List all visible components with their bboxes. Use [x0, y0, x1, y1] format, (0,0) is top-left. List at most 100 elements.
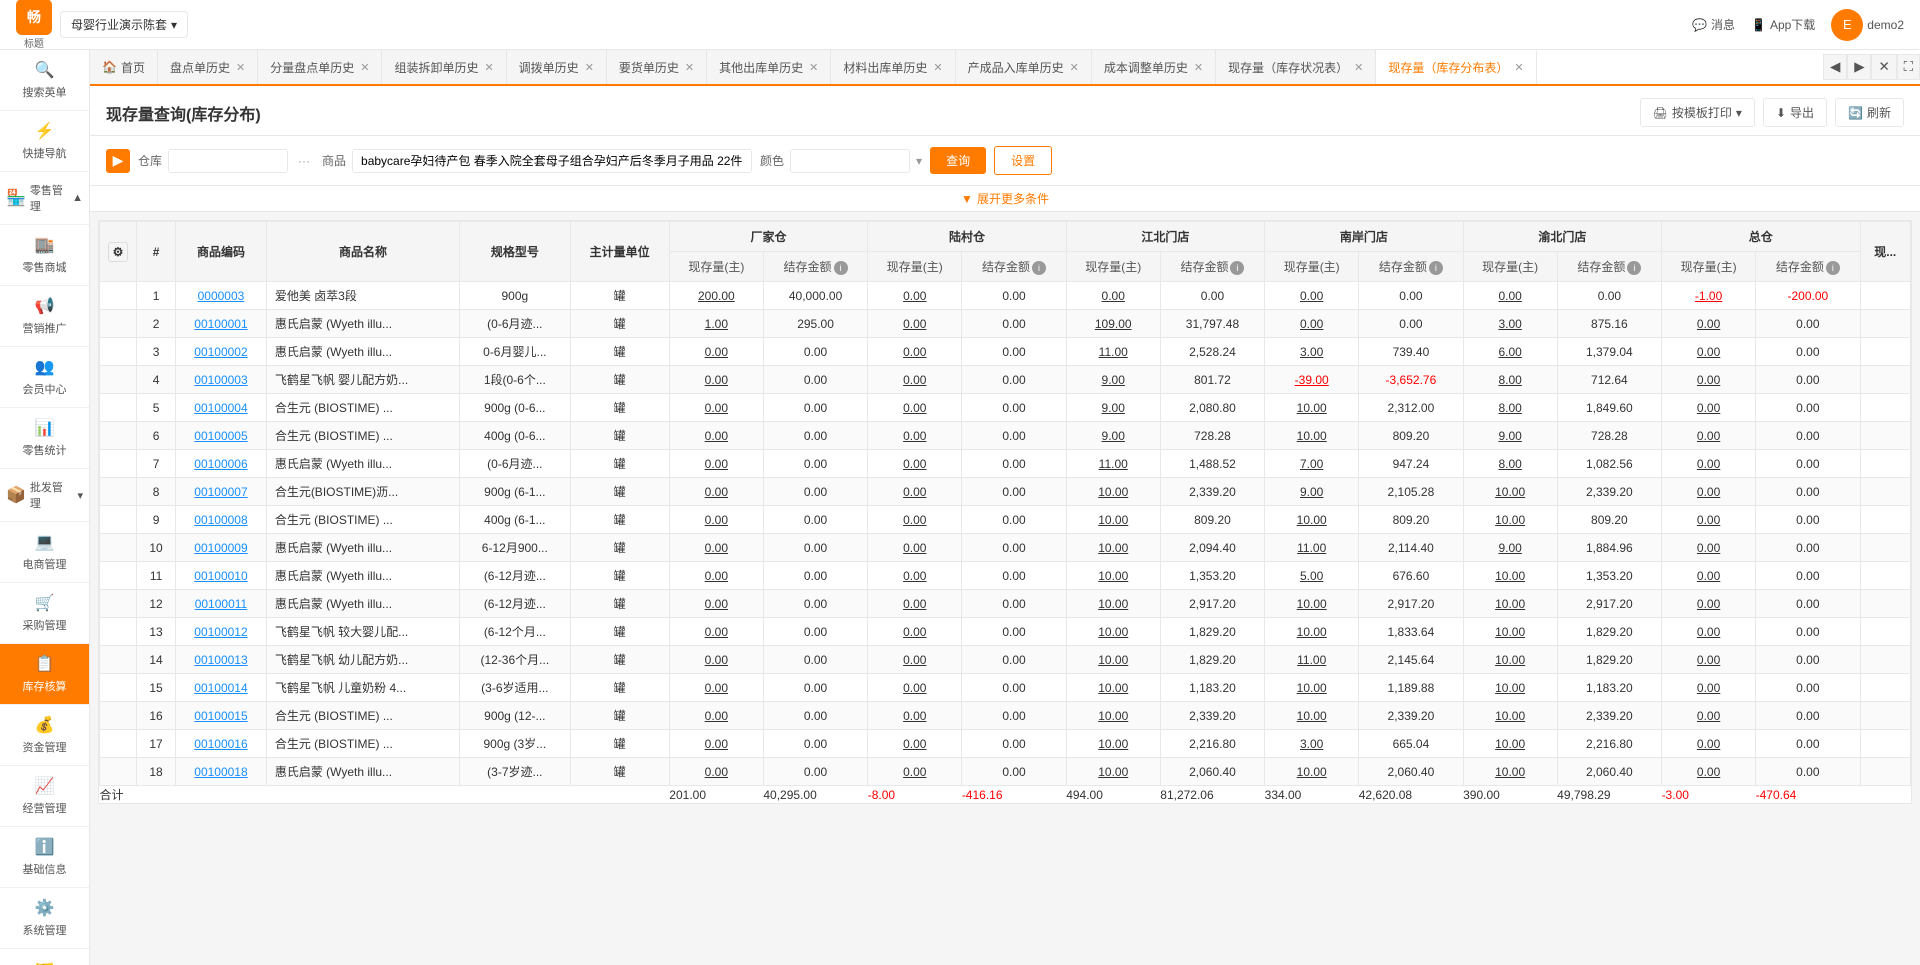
total-jb-amt: 81,272.06 [1160, 786, 1264, 804]
message-btn[interactable]: 💬 消息 [1692, 16, 1735, 33]
tab-expand-btn[interactable]: ⛶ [1897, 54, 1920, 80]
jb-amt-info[interactable]: i [1230, 261, 1244, 275]
row-settings[interactable] [100, 618, 137, 646]
row-yb-qty: 10.00 [1463, 590, 1557, 618]
yb-amt-info[interactable]: i [1627, 261, 1641, 275]
sidebar-item-search[interactable]: 🔍 搜索英单 [0, 50, 89, 111]
fj-amt-info[interactable]: i [834, 261, 848, 275]
sidebar-item-operations[interactable]: 📈 经营管理 [0, 766, 89, 827]
ecommerce-icon: 💻 [35, 532, 55, 552]
row-settings[interactable] [100, 730, 137, 758]
row-settings[interactable] [100, 422, 137, 450]
row-settings[interactable] [100, 702, 137, 730]
app-download-btn[interactable]: 📱 App下载 [1751, 16, 1815, 33]
total-amt-info[interactable]: i [1826, 261, 1840, 275]
row-total-amt: 0.00 [1756, 310, 1860, 338]
user-menu[interactable]: E demo2 [1831, 9, 1904, 41]
print-btn[interactable]: 🖨 按模板打印 ▾ [1640, 98, 1755, 127]
close-icon[interactable]: ✕ [360, 61, 369, 74]
row-settings[interactable] [100, 674, 137, 702]
tab-material-out[interactable]: 材料出库单历史 ✕ [831, 50, 955, 84]
tab-next-btn[interactable]: ▶ [1847, 54, 1871, 80]
sidebar-item-retail-mall[interactable]: 🏬 零售商城 [0, 225, 89, 286]
sidebar-item-wholesale-mgmt[interactable]: 📦 批发管理 ▾ [0, 469, 89, 522]
store-selector[interactable]: 母婴行业演示陈套 ▾ [60, 11, 188, 38]
filter-toggle-btn[interactable]: ▶ [106, 149, 130, 173]
row-settings[interactable] [100, 394, 137, 422]
row-settings[interactable] [100, 590, 137, 618]
tab-stock-distribution[interactable]: 现存量（库存分布表） ✕ [1376, 51, 1536, 85]
row-unit: 罐 [570, 310, 669, 338]
table-row: 11 00100010 惠氏启蒙 (Wyeth illu... (6-12月迹.… [100, 562, 1911, 590]
refresh-btn[interactable]: 🔄 刷新 [1835, 98, 1904, 127]
row-settings[interactable] [100, 646, 137, 674]
tab-assembly[interactable]: 组装拆卸单历史 ✕ [382, 50, 506, 84]
sidebar-item-finance[interactable]: 💰 资金管理 [0, 705, 89, 766]
close-icon[interactable]: ✕ [484, 61, 493, 74]
setting-button[interactable]: 设置 [994, 146, 1052, 175]
na-amt-info[interactable]: i [1429, 261, 1443, 275]
sidebar-item-ecommerce[interactable]: 💻 电商管理 [0, 522, 89, 583]
tab-close-all-btn[interactable]: ✕ [1871, 54, 1896, 80]
row-name: 惠氏启蒙 (Wyeth illu... [266, 562, 459, 590]
row-total-amt: 0.00 [1756, 730, 1860, 758]
tab-order[interactable]: 要货单历史 ✕ [607, 50, 707, 84]
row-extra [1860, 730, 1910, 758]
retail-icon: 🏪 [6, 188, 26, 208]
row-settings[interactable] [100, 338, 137, 366]
close-icon[interactable]: ✕ [1194, 61, 1203, 74]
row-settings[interactable] [100, 310, 137, 338]
close-icon[interactable]: ✕ [685, 61, 694, 74]
sidebar-item-collab[interactable]: 🤝 企业协同 [0, 949, 89, 965]
row-jb-amt: 2,060.40 [1160, 758, 1264, 786]
row-settings[interactable] [100, 478, 137, 506]
sidebar-item-system[interactable]: ⚙️ 系统管理 [0, 888, 89, 949]
warehouse-dots[interactable]: ··· [294, 154, 314, 168]
row-settings[interactable] [100, 282, 137, 310]
row-unit: 罐 [570, 506, 669, 534]
row-lc-amt: 0.00 [962, 282, 1066, 310]
color-input[interactable] [790, 149, 910, 173]
tab-prev-btn[interactable]: ◀ [1823, 54, 1847, 80]
lc-amt-info[interactable]: i [1032, 261, 1046, 275]
sidebar-item-member[interactable]: 👥 会员中心 [0, 347, 89, 408]
row-settings[interactable] [100, 562, 137, 590]
close-icon[interactable]: ✕ [236, 61, 245, 74]
tab-home[interactable]: 🏠 首页 [90, 50, 158, 84]
sidebar-item-purchase[interactable]: 🛒 采购管理 [0, 583, 89, 644]
close-icon[interactable]: ✕ [1514, 61, 1523, 74]
row-settings[interactable] [100, 758, 137, 786]
sidebar-item-retail-stats[interactable]: 📊 零售统计 [0, 408, 89, 469]
tab-partial-inventory[interactable]: 分量盘点单历史 ✕ [258, 50, 382, 84]
sidebar-item-inventory[interactable]: 📋 库存核算 [0, 644, 89, 705]
table-row: 17 00100016 合生元 (BIOSTIME) ... 900g (3岁.… [100, 730, 1911, 758]
tab-cost-adjust[interactable]: 成本调整单历史 ✕ [1092, 50, 1216, 84]
export-btn[interactable]: ⬇ 导出 [1763, 98, 1827, 127]
search-button[interactable]: 查询 [930, 147, 986, 174]
goods-input[interactable] [352, 149, 752, 173]
row-settings[interactable] [100, 534, 137, 562]
row-settings[interactable] [100, 506, 137, 534]
sidebar-item-marketing[interactable]: 📢 营销推广 [0, 286, 89, 347]
close-icon[interactable]: ✕ [585, 61, 594, 74]
table-settings-btn[interactable]: ⚙ [108, 242, 128, 262]
row-na-qty: 5.00 [1265, 562, 1359, 590]
close-icon[interactable]: ✕ [809, 61, 818, 74]
row-settings[interactable] [100, 450, 137, 478]
warehouse-input[interactable] [168, 149, 288, 173]
tab-stock-status[interactable]: 现存量（库存状况表） ✕ [1216, 50, 1376, 84]
sidebar-item-quicknav[interactable]: ⚡ 快捷导航 [0, 111, 89, 172]
row-settings[interactable] [100, 366, 137, 394]
sidebar-item-retail-mgmt[interactable]: 🏪 零售管理 ▲ [0, 172, 89, 225]
close-icon[interactable]: ✕ [1354, 61, 1363, 74]
close-icon[interactable]: ✕ [933, 61, 942, 74]
tab-inventory-history[interactable]: 盘点单历史 ✕ [158, 50, 258, 84]
close-icon[interactable]: ✕ [1070, 61, 1079, 74]
tab-other-out[interactable]: 其他出库单历史 ✕ [707, 50, 831, 84]
top-bar-left: 畅 标题 母婴行业演示陈套 ▾ [16, 0, 188, 50]
expand-conditions-btn[interactable]: ▼ 展开更多条件 [961, 190, 1049, 207]
tab-transfer[interactable]: 调拨单历史 ✕ [507, 50, 607, 84]
row-no: 18 [137, 758, 176, 786]
sidebar-item-basic-info[interactable]: ℹ️ 基础信息 [0, 827, 89, 888]
tab-product-in[interactable]: 产成品入库单历史 ✕ [956, 50, 1092, 84]
